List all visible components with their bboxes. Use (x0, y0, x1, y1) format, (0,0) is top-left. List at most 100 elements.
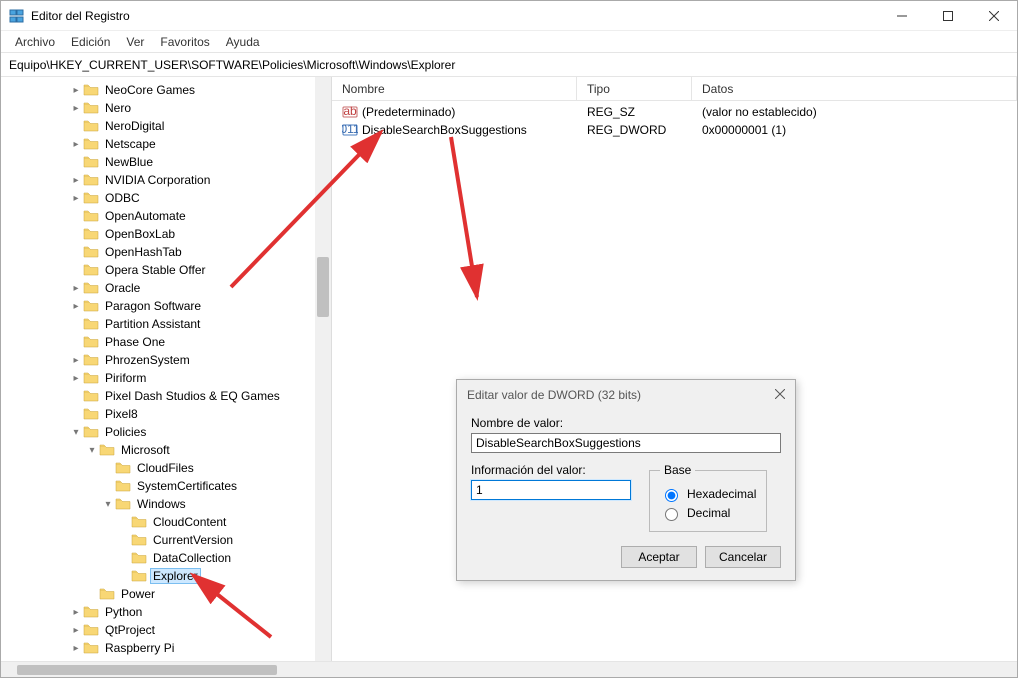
tree-hscroll[interactable] (1, 661, 1017, 677)
tree-item[interactable]: NewBlue (1, 153, 331, 171)
tree-item-label: Windows (135, 497, 188, 511)
tree-item-label: NewBlue (103, 155, 155, 169)
tree-item[interactable]: NeroDigital (1, 117, 331, 135)
scrollbar-thumb[interactable] (317, 257, 329, 317)
col-header-name[interactable]: Nombre (332, 77, 577, 100)
regedit-icon (9, 8, 25, 24)
tree-item-label: ODBC (103, 191, 142, 205)
edit-dword-dialog: Editar valor de DWORD (32 bits) Nombre d… (456, 379, 796, 581)
tree-item-label: Paragon Software (103, 299, 203, 313)
tree-item[interactable]: CloudContent (1, 513, 331, 531)
value-type-icon: 011 (342, 122, 358, 138)
tree-item[interactable]: CloudFiles (1, 459, 331, 477)
chevron-icon[interactable]: ▸ (69, 139, 83, 150)
minimize-button[interactable] (879, 1, 925, 31)
folder-icon (83, 317, 99, 331)
tree-item[interactable]: ▸QtProject (1, 621, 331, 639)
folder-icon (99, 587, 115, 601)
folder-icon (83, 263, 99, 277)
tree-item[interactable]: OpenBoxLab (1, 225, 331, 243)
maximize-button[interactable] (925, 1, 971, 31)
folder-icon (83, 155, 99, 169)
tree-item[interactable]: ▸ ODBC (1, 189, 331, 207)
chevron-icon[interactable]: ▸ (69, 103, 83, 114)
tree-item[interactable]: CurrentVersion (1, 531, 331, 549)
ok-button[interactable]: Aceptar (621, 546, 697, 568)
tree-item[interactable]: ▸ Netscape (1, 135, 331, 153)
tree-item[interactable]: OpenAutomate (1, 207, 331, 225)
tree-item[interactable]: ▸Raspberry Pi (1, 639, 331, 657)
cancel-button[interactable]: Cancelar (705, 546, 781, 568)
chevron-icon[interactable]: ▸ (69, 85, 83, 96)
tree-item[interactable]: ▸Nero (1, 99, 331, 117)
body: ▸ NeoCore Games ▸NeroNeroDigital ▸ Netscape N… (1, 77, 1017, 661)
chevron-icon[interactable]: ▸ (69, 283, 83, 294)
address-bar[interactable]: Equipo\HKEY_CURRENT_USER\SOFTWARE\Polici… (1, 53, 1017, 77)
tree-item[interactable]: Explorer (1, 567, 331, 585)
chevron-icon[interactable]: ▸ (69, 373, 83, 384)
tree-item[interactable]: ▸ Piriform (1, 369, 331, 387)
chevron-icon[interactable]: ▸ (69, 355, 83, 366)
chevron-icon[interactable]: ▾ (85, 445, 99, 456)
chevron-icon[interactable]: ▾ (69, 427, 83, 438)
hscroll-thumb[interactable] (17, 665, 277, 675)
tree-item[interactable]: Pixel8 (1, 405, 331, 423)
menu-view[interactable]: Ver (120, 33, 150, 51)
chevron-icon[interactable]: ▸ (69, 607, 83, 618)
list-row[interactable]: 011DisableSearchBoxSuggestionsREG_DWORD0… (332, 121, 1017, 139)
tree-item[interactable]: SystemCertificates (1, 477, 331, 495)
tree-scrollbar[interactable] (315, 77, 331, 661)
tree-item-label: Netscape (103, 137, 158, 151)
folder-icon (83, 137, 99, 151)
tree-item[interactable]: ▸Python (1, 603, 331, 621)
titlebar: Editor del Registro (1, 1, 1017, 31)
chevron-icon[interactable]: ▸ (69, 301, 83, 312)
radio-dec[interactable] (665, 508, 678, 521)
tree-item[interactable]: Opera Stable Offer (1, 261, 331, 279)
menu-fav[interactable]: Favoritos (154, 33, 215, 51)
chevron-icon[interactable]: ▸ (69, 625, 83, 636)
tree-item-label: Piriform (103, 371, 148, 385)
value-data-input[interactable] (471, 480, 631, 500)
tree-item[interactable]: ▸NVIDIA Corporation (1, 171, 331, 189)
menu-file[interactable]: Archivo (9, 33, 61, 51)
value-data: (valor no establecido) (692, 105, 1017, 119)
tree-item[interactable]: DataCollection (1, 549, 331, 567)
value-name-input[interactable] (471, 433, 781, 453)
chevron-icon[interactable]: ▾ (101, 499, 115, 510)
chevron-icon[interactable]: ▸ (69, 175, 83, 186)
list-row[interactable]: ab(Predeterminado)REG_SZ(valor no establ… (332, 103, 1017, 121)
tree-item-label: Explorer (151, 569, 200, 583)
menu-help[interactable]: Ayuda (220, 33, 266, 51)
value-type: REG_DWORD (577, 123, 692, 137)
tree-item[interactable]: ▸PhrozenSystem (1, 351, 331, 369)
tree-item[interactable]: ▾Microsoft (1, 441, 331, 459)
chevron-icon[interactable]: ▸ (69, 193, 83, 204)
col-header-type[interactable]: Tipo (577, 77, 692, 100)
tree-item-label: NeoCore Games (103, 83, 197, 97)
tree-item[interactable]: ▸ NeoCore Games (1, 81, 331, 99)
tree-item[interactable]: ▾ Windows (1, 495, 331, 513)
tree-item[interactable]: ▾Policies (1, 423, 331, 441)
tree-item-label: OpenAutomate (103, 209, 188, 223)
tree-item[interactable]: OpenHashTab (1, 243, 331, 261)
folder-icon (115, 479, 131, 493)
tree-item[interactable]: ▸ Paragon Software (1, 297, 331, 315)
close-button[interactable] (971, 1, 1017, 31)
menu-edit[interactable]: Edición (65, 33, 116, 51)
value-type: REG_SZ (577, 105, 692, 119)
tree-item[interactable]: ▸Oracle (1, 279, 331, 297)
tree-item[interactable]: Phase One (1, 333, 331, 351)
dialog-close-icon[interactable] (775, 388, 785, 402)
tree-item-label: DataCollection (151, 551, 233, 565)
chevron-icon[interactable]: ▸ (69, 643, 83, 654)
tree-item[interactable]: Pixel Dash Studios & EQ Games (1, 387, 331, 405)
folder-icon (83, 191, 99, 205)
col-header-data[interactable]: Datos (692, 77, 1017, 100)
folder-icon (83, 119, 99, 133)
folder-icon (83, 371, 99, 385)
radio-hex[interactable] (665, 489, 678, 502)
tree-item-label: OpenHashTab (103, 245, 184, 259)
tree-item[interactable]: Partition Assistant (1, 315, 331, 333)
tree-item[interactable]: Power (1, 585, 331, 603)
